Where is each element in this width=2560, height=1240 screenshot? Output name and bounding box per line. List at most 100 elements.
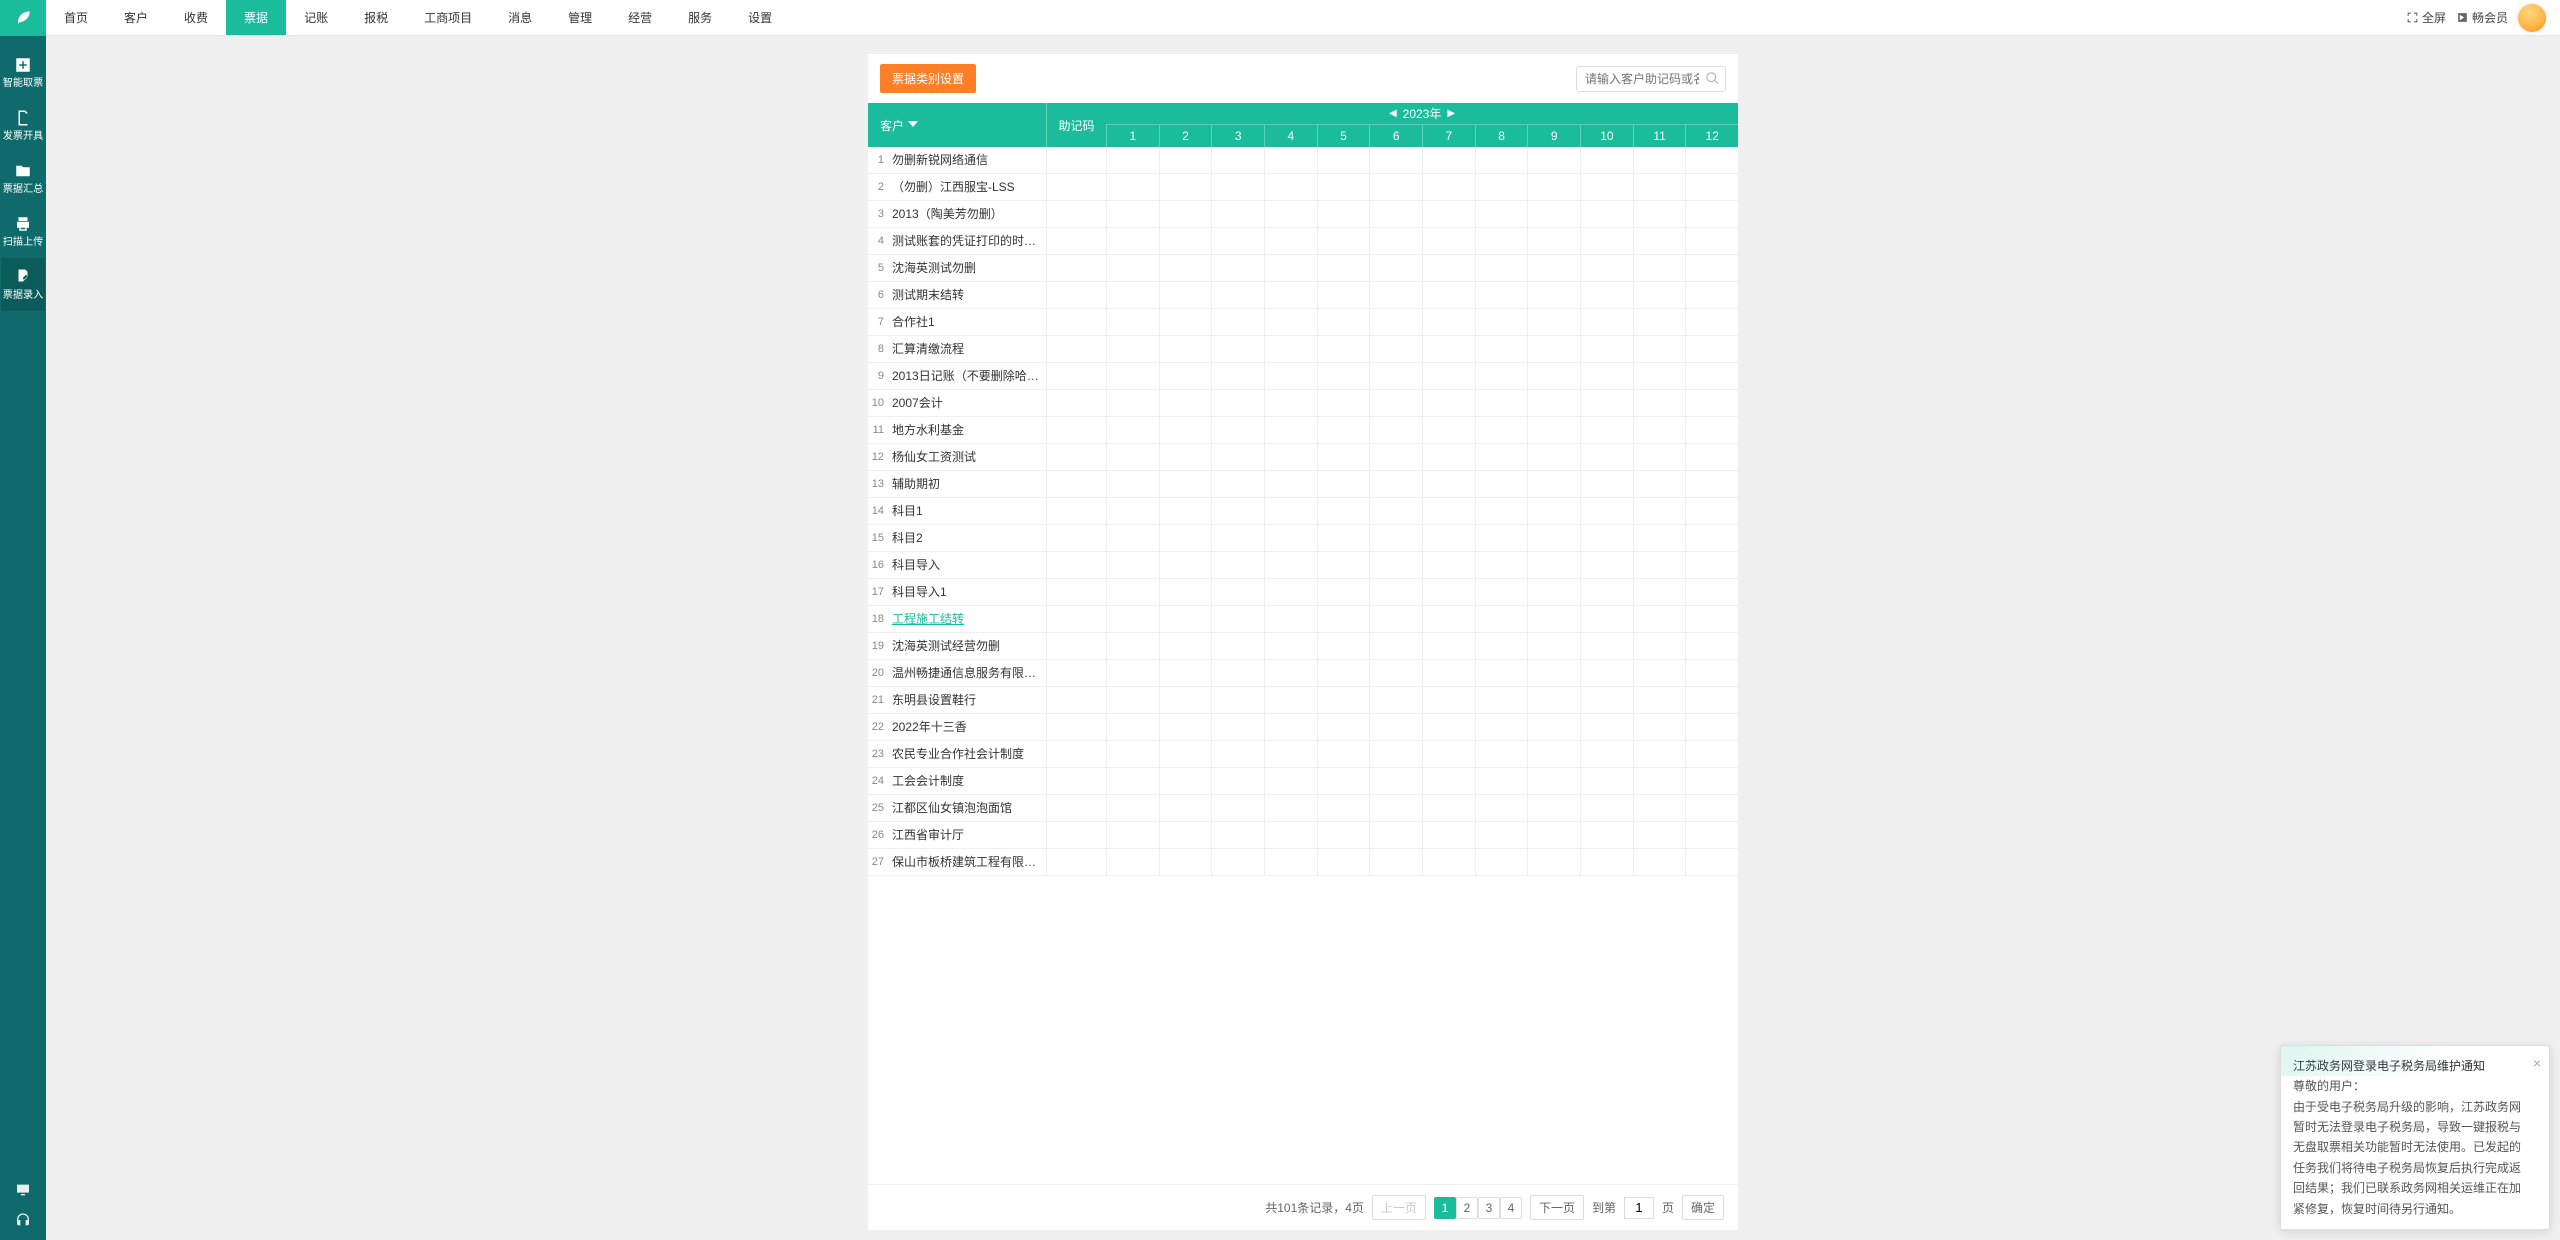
month-cell[interactable] [1106, 201, 1159, 227]
nav-item-5[interactable]: 报税 [346, 0, 406, 35]
month-cell[interactable] [1159, 471, 1212, 497]
month-cell[interactable] [1317, 633, 1370, 659]
month-cell[interactable] [1580, 417, 1633, 443]
month-cell[interactable] [1633, 741, 1686, 767]
month-cell[interactable] [1159, 606, 1212, 632]
month-cell[interactable] [1106, 687, 1159, 713]
month-cell[interactable] [1159, 147, 1212, 173]
month-cell[interactable] [1369, 471, 1422, 497]
column-header-month-7[interactable]: 7 [1422, 125, 1475, 147]
month-cell[interactable] [1527, 849, 1580, 875]
month-cell[interactable] [1475, 579, 1528, 605]
month-cell[interactable] [1264, 768, 1317, 794]
month-cell[interactable] [1317, 282, 1370, 308]
month-cell[interactable] [1633, 174, 1686, 200]
month-cell[interactable] [1211, 228, 1264, 254]
month-cell[interactable] [1527, 309, 1580, 335]
month-cell[interactable] [1369, 822, 1422, 848]
month-cell[interactable] [1527, 417, 1580, 443]
month-cell[interactable] [1106, 390, 1159, 416]
column-header-month-5[interactable]: 5 [1317, 125, 1370, 147]
month-cell[interactable] [1580, 741, 1633, 767]
month-cell[interactable] [1475, 390, 1528, 416]
pagination-page-4[interactable]: 4 [1500, 1197, 1522, 1219]
column-header-month-11[interactable]: 11 [1633, 125, 1686, 147]
month-cell[interactable] [1159, 309, 1212, 335]
month-cell[interactable] [1580, 849, 1633, 875]
pagination-confirm-button[interactable]: 确定 [1682, 1195, 1724, 1220]
month-cell[interactable] [1317, 444, 1370, 470]
month-cell[interactable] [1211, 579, 1264, 605]
month-cell[interactable] [1633, 228, 1686, 254]
month-cell[interactable] [1317, 471, 1370, 497]
month-cell[interactable] [1317, 822, 1370, 848]
month-cell[interactable] [1633, 417, 1686, 443]
month-cell[interactable] [1422, 417, 1475, 443]
month-cell[interactable] [1685, 768, 1738, 794]
month-cell[interactable] [1422, 687, 1475, 713]
month-cell[interactable] [1475, 228, 1528, 254]
pagination-prev-button[interactable]: 上一页 [1372, 1195, 1426, 1220]
month-cell[interactable] [1264, 228, 1317, 254]
month-cell[interactable] [1317, 336, 1370, 362]
month-cell[interactable] [1527, 363, 1580, 389]
month-cell[interactable] [1422, 579, 1475, 605]
customer-name-cell[interactable]: 工程施工结转 [888, 606, 1046, 632]
month-cell[interactable] [1317, 498, 1370, 524]
month-cell[interactable] [1422, 849, 1475, 875]
month-cell[interactable] [1211, 849, 1264, 875]
month-cell[interactable] [1685, 687, 1738, 713]
month-cell[interactable] [1369, 282, 1422, 308]
month-cell[interactable] [1106, 525, 1159, 551]
nav-item-11[interactable]: 设置 [730, 0, 790, 35]
month-cell[interactable] [1580, 444, 1633, 470]
pagination-jump-input[interactable] [1624, 1197, 1654, 1219]
month-cell[interactable] [1211, 741, 1264, 767]
month-cell[interactable] [1159, 255, 1212, 281]
month-cell[interactable] [1633, 282, 1686, 308]
month-cell[interactable] [1422, 390, 1475, 416]
month-cell[interactable] [1369, 768, 1422, 794]
column-header-month-4[interactable]: 4 [1264, 125, 1317, 147]
month-cell[interactable] [1580, 309, 1633, 335]
month-cell[interactable] [1211, 822, 1264, 848]
month-cell[interactable] [1475, 660, 1528, 686]
month-cell[interactable] [1422, 309, 1475, 335]
month-cell[interactable] [1685, 795, 1738, 821]
month-cell[interactable] [1106, 363, 1159, 389]
month-cell[interactable] [1633, 309, 1686, 335]
month-cell[interactable] [1369, 660, 1422, 686]
month-cell[interactable] [1633, 525, 1686, 551]
month-cell[interactable] [1580, 525, 1633, 551]
month-cell[interactable] [1475, 147, 1528, 173]
month-cell[interactable] [1106, 228, 1159, 254]
month-cell[interactable] [1317, 147, 1370, 173]
month-cell[interactable] [1159, 714, 1212, 740]
month-cell[interactable] [1580, 471, 1633, 497]
month-cell[interactable] [1159, 417, 1212, 443]
nav-item-2[interactable]: 收费 [166, 0, 226, 35]
sidebar-item-0[interactable]: 智能取票 [1, 46, 45, 99]
month-cell[interactable] [1685, 660, 1738, 686]
month-cell[interactable] [1369, 417, 1422, 443]
month-cell[interactable] [1633, 147, 1686, 173]
month-cell[interactable] [1264, 660, 1317, 686]
column-header-month-1[interactable]: 1 [1106, 125, 1159, 147]
month-cell[interactable] [1580, 255, 1633, 281]
month-cell[interactable] [1633, 660, 1686, 686]
month-cell[interactable] [1527, 579, 1580, 605]
month-cell[interactable] [1527, 552, 1580, 578]
month-cell[interactable] [1475, 795, 1528, 821]
month-cell[interactable] [1264, 390, 1317, 416]
month-cell[interactable] [1475, 633, 1528, 659]
sidebar-item-4[interactable]: 票据录入 [1, 258, 45, 311]
month-cell[interactable] [1264, 471, 1317, 497]
month-cell[interactable] [1580, 282, 1633, 308]
month-cell[interactable] [1685, 444, 1738, 470]
month-cell[interactable] [1211, 390, 1264, 416]
month-cell[interactable] [1106, 309, 1159, 335]
month-cell[interactable] [1685, 822, 1738, 848]
month-cell[interactable] [1685, 525, 1738, 551]
month-cell[interactable] [1685, 417, 1738, 443]
month-cell[interactable] [1211, 309, 1264, 335]
